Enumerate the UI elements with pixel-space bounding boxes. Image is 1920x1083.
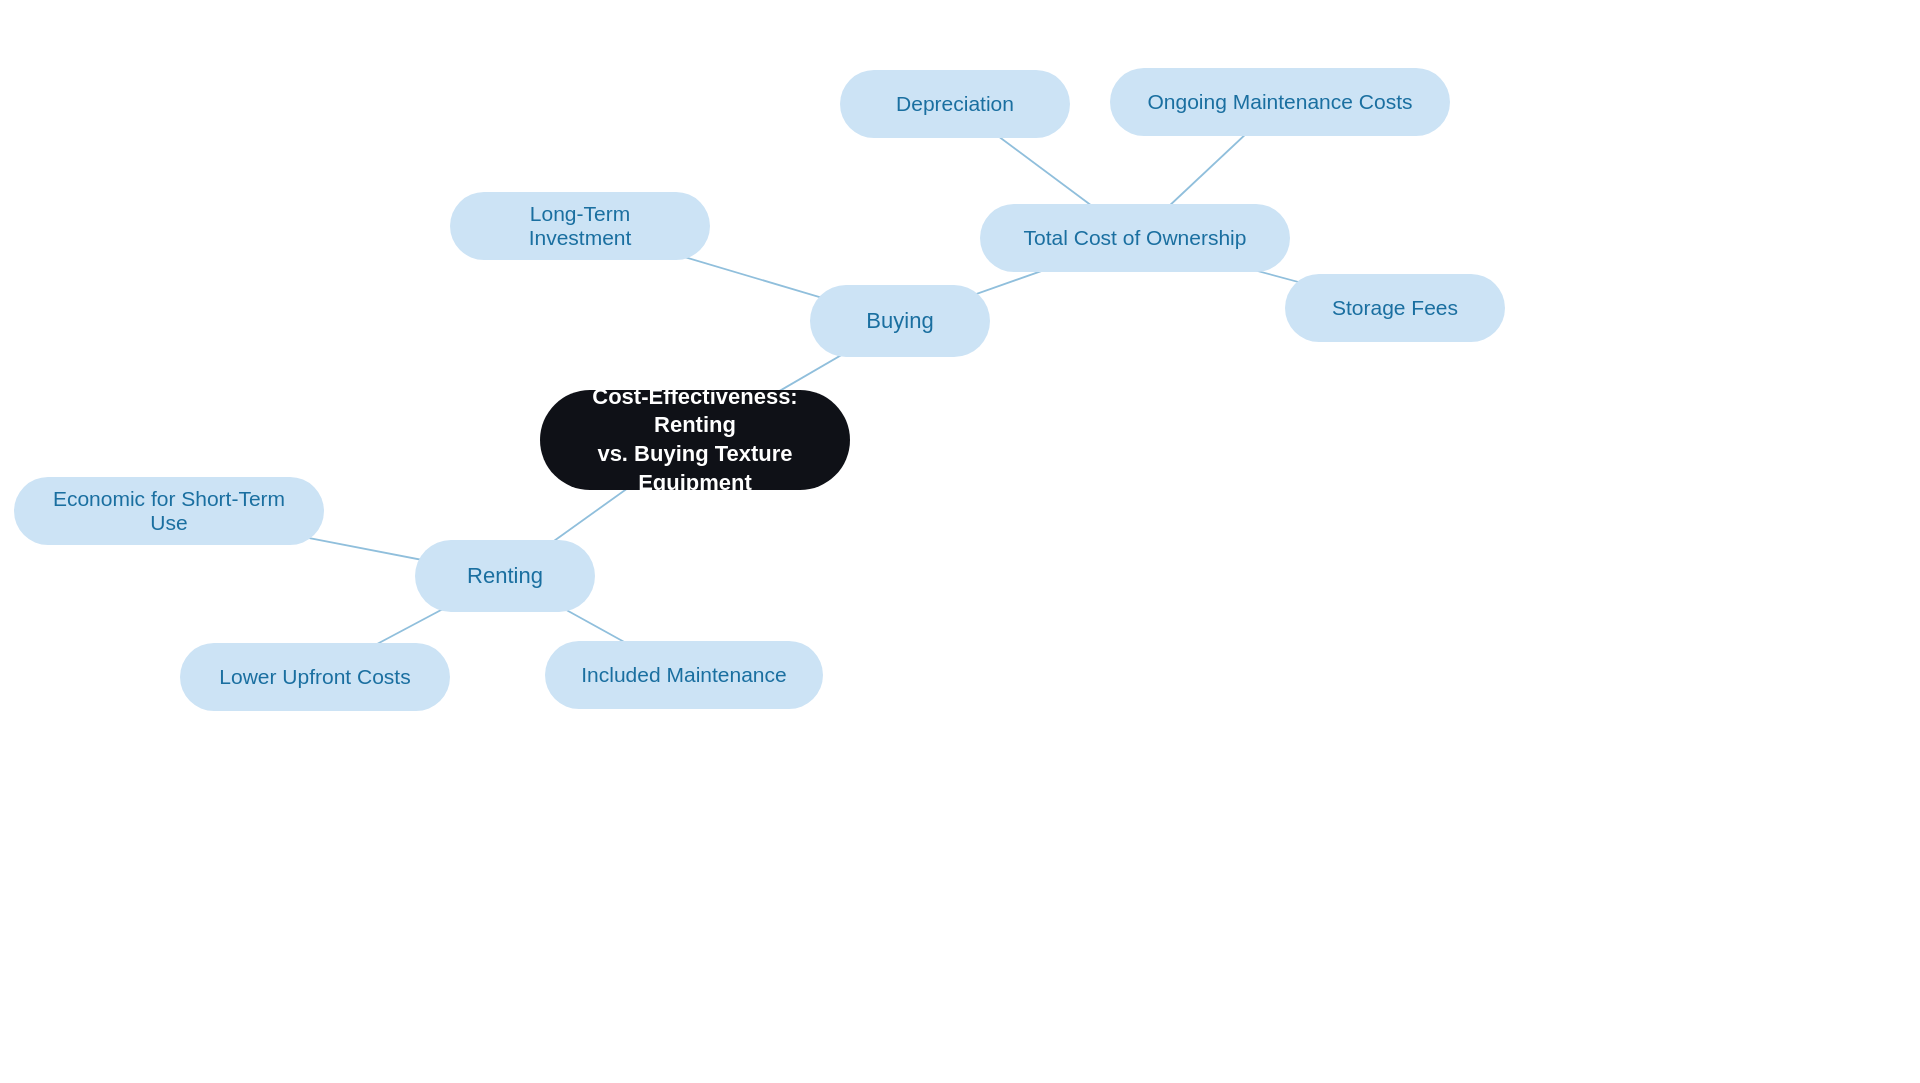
- depreciation-node[interactable]: Depreciation: [840, 70, 1070, 138]
- center-node-label: Cost-Effectiveness: Renting vs. Buying T…: [560, 383, 830, 497]
- economic-short-term-node[interactable]: Economic for Short-Term Use: [14, 477, 324, 545]
- storage-fees-label: Storage Fees: [1332, 296, 1458, 320]
- center-node[interactable]: Cost-Effectiveness: Renting vs. Buying T…: [540, 390, 850, 490]
- ongoing-maintenance-node[interactable]: Ongoing Maintenance Costs: [1110, 68, 1450, 136]
- total-cost-ownership-node[interactable]: Total Cost of Ownership: [980, 204, 1290, 272]
- ongoing-maintenance-label: Ongoing Maintenance Costs: [1148, 90, 1413, 114]
- long-term-investment-label: Long-Term Investment: [482, 202, 678, 250]
- included-maintenance-node[interactable]: Included Maintenance: [545, 641, 823, 709]
- lower-upfront-costs-label: Lower Upfront Costs: [219, 665, 410, 689]
- economic-short-term-label: Economic for Short-Term Use: [46, 487, 292, 535]
- depreciation-label: Depreciation: [896, 92, 1014, 116]
- buying-node[interactable]: Buying: [810, 285, 990, 357]
- buying-label: Buying: [866, 308, 933, 334]
- renting-label: Renting: [467, 563, 543, 589]
- renting-node[interactable]: Renting: [415, 540, 595, 612]
- storage-fees-node[interactable]: Storage Fees: [1285, 274, 1505, 342]
- included-maintenance-label: Included Maintenance: [581, 663, 786, 687]
- lower-upfront-costs-node[interactable]: Lower Upfront Costs: [180, 643, 450, 711]
- long-term-investment-node[interactable]: Long-Term Investment: [450, 192, 710, 260]
- total-cost-ownership-label: Total Cost of Ownership: [1024, 226, 1247, 250]
